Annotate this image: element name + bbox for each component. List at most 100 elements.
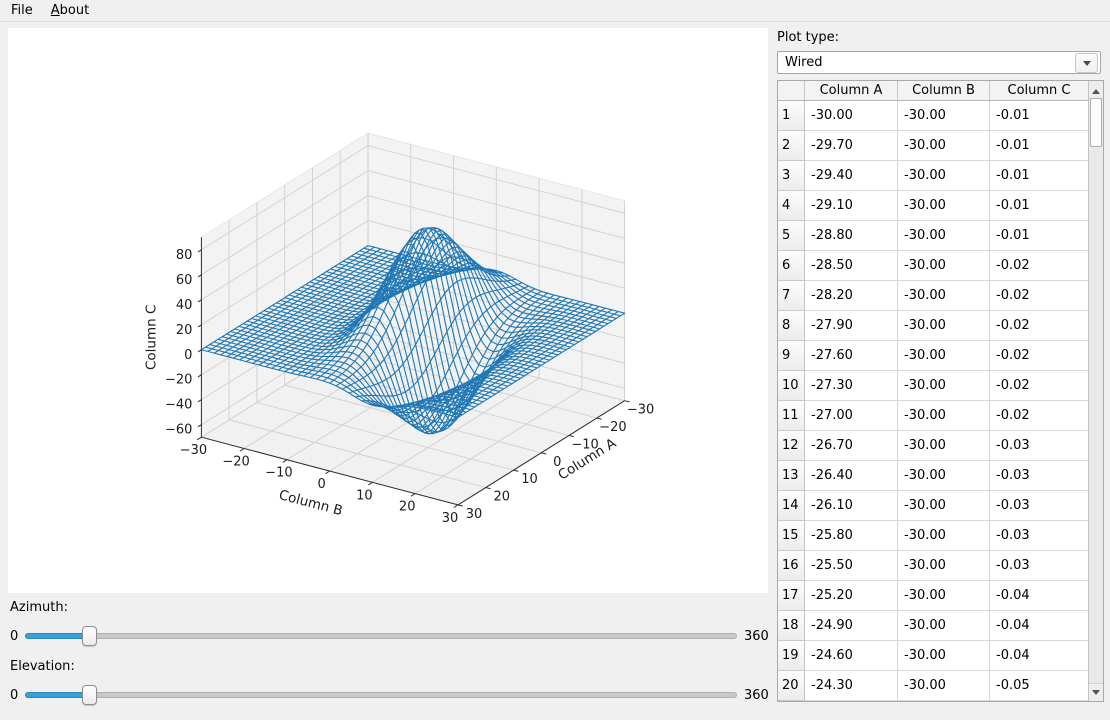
row-index[interactable]: 20 [778,671,805,701]
table-row[interactable]: 12-26.70-30.00-0.03 [778,431,1088,461]
table-cell[interactable]: -30.00 [898,311,990,341]
elevation-slider-handle[interactable] [82,685,97,705]
table-row[interactable]: 11-27.00-30.00-0.02 [778,401,1088,431]
table-cell[interactable]: -30.00 [898,371,990,401]
table-cell[interactable]: -30.00 [898,671,990,701]
table-cell[interactable]: -30.00 [898,551,990,581]
table-cell[interactable]: -0.03 [990,551,1088,581]
table-cell[interactable]: -29.40 [805,161,898,191]
table-row[interactable]: 5-28.80-30.00-0.01 [778,221,1088,251]
row-index[interactable]: 9 [778,341,805,371]
table-row[interactable]: 10-27.30-30.00-0.02 [778,371,1088,401]
row-index[interactable]: 7 [778,281,805,311]
table-cell[interactable]: -0.02 [990,251,1088,281]
table-cell[interactable]: -0.02 [990,281,1088,311]
table-cell[interactable]: -27.00 [805,401,898,431]
combobox-dropdown-button[interactable] [1075,53,1098,73]
elevation-slider[interactable] [25,685,737,705]
plot-type-combobox[interactable]: Wired [777,51,1101,74]
table-row[interactable]: 9-27.60-30.00-0.02 [778,341,1088,371]
table-cell[interactable]: -25.50 [805,551,898,581]
table-cell[interactable]: -27.30 [805,371,898,401]
table-cell[interactable]: -30.00 [898,221,990,251]
table-row[interactable]: 19-24.60-30.00-0.04 [778,641,1088,671]
table-cell[interactable]: -25.20 [805,581,898,611]
table-cell[interactable]: -26.40 [805,461,898,491]
table-cell[interactable]: -0.03 [990,431,1088,461]
row-index[interactable]: 14 [778,491,805,521]
table-row[interactable]: 2-29.70-30.00-0.01 [778,131,1088,161]
row-index[interactable]: 8 [778,311,805,341]
table-cell[interactable]: -0.03 [990,461,1088,491]
azimuth-slider-handle[interactable] [82,626,97,646]
table-cell[interactable]: -0.03 [990,521,1088,551]
table-cell[interactable]: -30.00 [898,461,990,491]
header-column-b[interactable]: Column B [898,81,990,100]
table-row[interactable]: 15-25.80-30.00-0.03 [778,521,1088,551]
table-cell[interactable]: -0.01 [990,161,1088,191]
table-cell[interactable]: -30.00 [898,161,990,191]
menu-file[interactable]: File [2,1,42,20]
table-cell[interactable]: -30.00 [898,401,990,431]
table-scrollbar[interactable] [1088,81,1103,701]
table-cell[interactable]: -28.50 [805,251,898,281]
table-row[interactable]: 6-28.50-30.00-0.02 [778,251,1088,281]
row-index[interactable]: 12 [778,431,805,461]
table-cell[interactable]: -24.90 [805,611,898,641]
table-cell[interactable]: -30.00 [898,641,990,671]
table-cell[interactable]: -30.00 [898,491,990,521]
table-cell[interactable]: -27.60 [805,341,898,371]
azimuth-slider[interactable] [25,626,737,646]
table-cell[interactable]: -27.90 [805,311,898,341]
table-cell[interactable]: -26.10 [805,491,898,521]
row-index[interactable]: 5 [778,221,805,251]
table-row[interactable]: 8-27.90-30.00-0.02 [778,311,1088,341]
table-row[interactable]: 20-24.30-30.00-0.05 [778,671,1088,701]
table-cell[interactable]: -24.60 [805,641,898,671]
table-cell[interactable]: -0.04 [990,641,1088,671]
table-cell[interactable]: -0.02 [990,371,1088,401]
table-cell[interactable]: -0.01 [990,221,1088,251]
table-cell[interactable]: -30.00 [898,611,990,641]
table-row[interactable]: 1-30.00-30.00-0.01 [778,101,1088,131]
row-index[interactable]: 3 [778,161,805,191]
table-cell[interactable]: -0.01 [990,191,1088,221]
table-cell[interactable]: -0.04 [990,581,1088,611]
row-index[interactable]: 4 [778,191,805,221]
table-row[interactable]: 13-26.40-30.00-0.03 [778,461,1088,491]
table-cell[interactable]: -29.10 [805,191,898,221]
table-cell[interactable]: -24.30 [805,671,898,701]
table-cell[interactable]: -0.02 [990,311,1088,341]
azimuth-slider-track[interactable] [25,633,737,639]
row-index[interactable]: 10 [778,371,805,401]
table-cell[interactable]: -30.00 [898,251,990,281]
table-row[interactable]: 18-24.90-30.00-0.04 [778,611,1088,641]
row-index[interactable]: 1 [778,101,805,131]
row-index[interactable]: 15 [778,521,805,551]
row-index[interactable]: 13 [778,461,805,491]
table-row[interactable]: 16-25.50-30.00-0.03 [778,551,1088,581]
header-column-c[interactable]: Column C [990,81,1088,100]
table-cell[interactable]: -0.02 [990,401,1088,431]
header-column-a[interactable]: Column A [805,81,898,100]
table-cell[interactable]: -0.02 [990,341,1088,371]
table-cell[interactable]: -26.70 [805,431,898,461]
table-cell[interactable]: -30.00 [898,281,990,311]
menu-about[interactable]: About [42,1,98,20]
elevation-slider-track[interactable] [25,692,737,698]
table-cell[interactable]: -30.00 [898,131,990,161]
table-row[interactable]: 17-25.20-30.00-0.04 [778,581,1088,611]
table-cell[interactable]: -0.04 [990,611,1088,641]
row-index[interactable]: 17 [778,581,805,611]
table-row[interactable]: 3-29.40-30.00-0.01 [778,161,1088,191]
row-index[interactable]: 19 [778,641,805,671]
scroll-down-button[interactable] [1089,683,1103,701]
table-cell[interactable]: -30.00 [898,101,990,131]
table-cell[interactable]: -30.00 [898,431,990,461]
table-cell[interactable]: -30.00 [898,581,990,611]
table-row[interactable]: 4-29.10-30.00-0.01 [778,191,1088,221]
table-row[interactable]: 7-28.20-30.00-0.02 [778,281,1088,311]
row-index[interactable]: 16 [778,551,805,581]
table-row[interactable]: 14-26.10-30.00-0.03 [778,491,1088,521]
table-cell[interactable]: -0.01 [990,101,1088,131]
